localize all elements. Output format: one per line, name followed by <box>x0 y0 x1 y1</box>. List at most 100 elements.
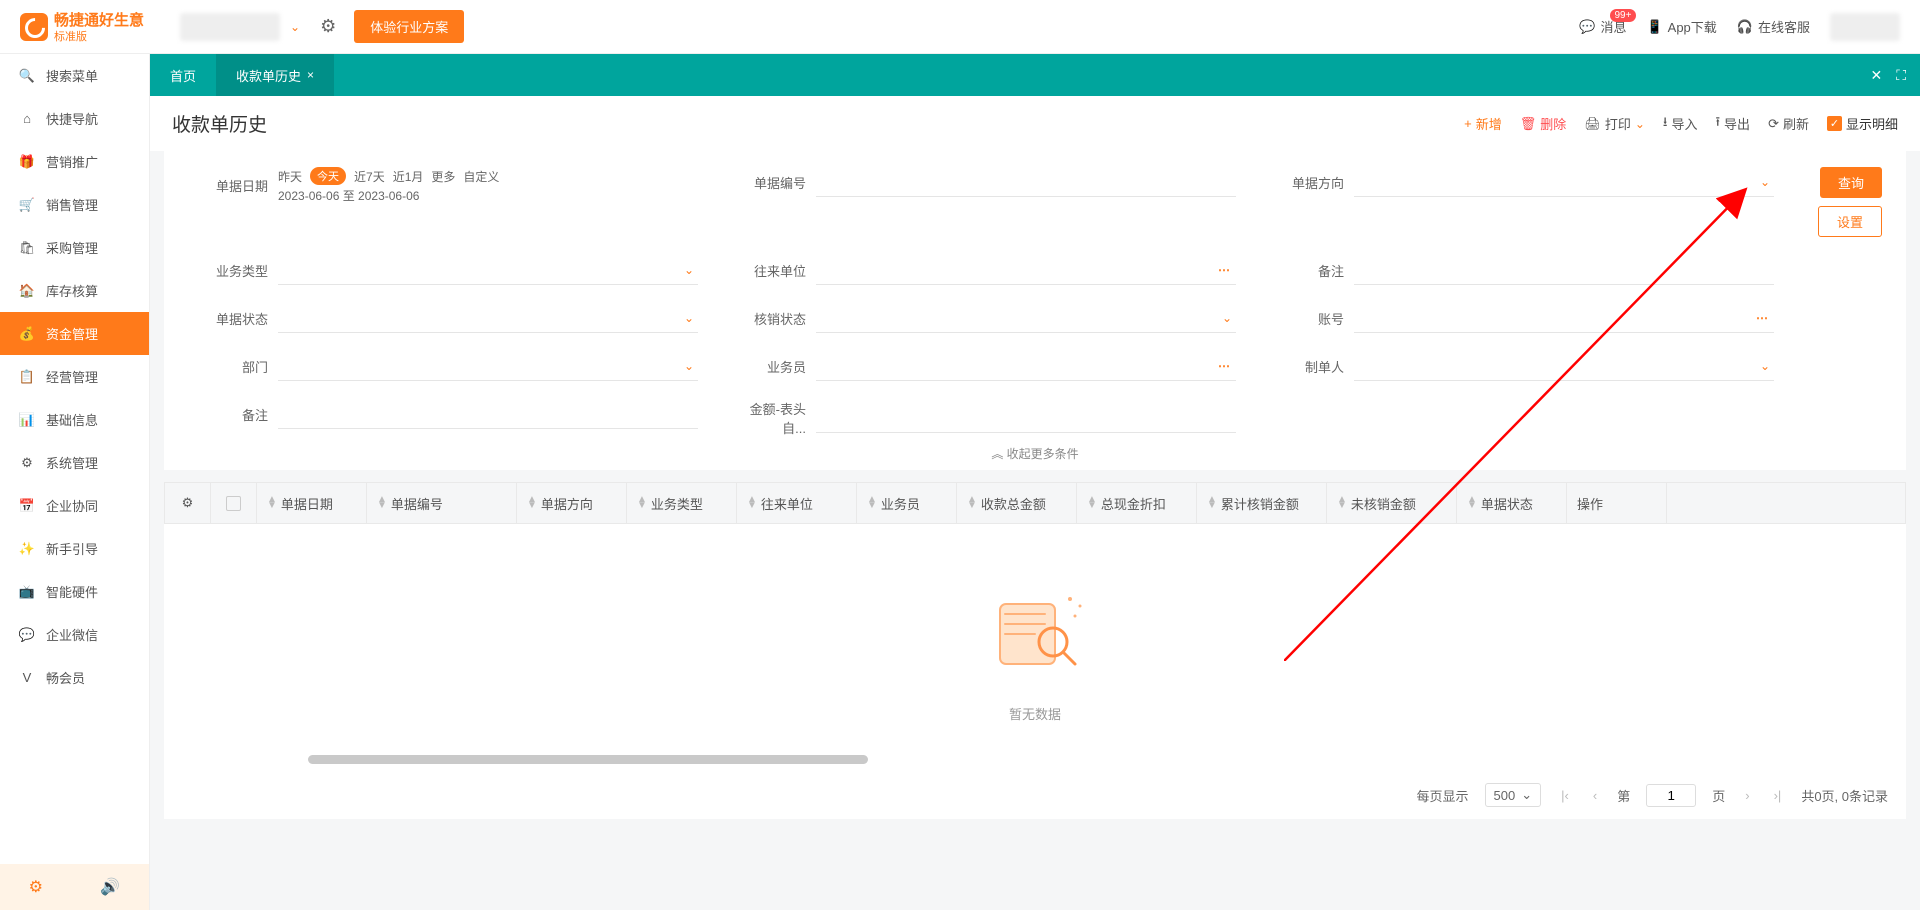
tab-current-label: 收款单历史 <box>236 66 301 85</box>
settings-button[interactable]: 设置 <box>1818 206 1882 237</box>
sidebar-item-10[interactable]: 📅企业协同 <box>0 484 149 527</box>
messages-link[interactable]: 💬 消息 99+ <box>1579 17 1626 36</box>
sidebar-icon: ✨ <box>18 541 36 557</box>
column-header[interactable]: ▲▼收款总金额 <box>957 483 1077 523</box>
sound-icon[interactable]: 🔊 <box>100 877 120 897</box>
column-header[interactable]: ▲▼未核销金额 <box>1327 483 1457 523</box>
sidebar-item-8[interactable]: 📊基础信息 <box>0 398 149 441</box>
dept-select[interactable]: ⌄ <box>278 351 698 381</box>
date-last7[interactable]: 近7天 <box>354 168 385 185</box>
tab-home[interactable]: 首页 <box>150 54 216 96</box>
column-header[interactable]: 操作 <box>1567 483 1667 523</box>
column-header[interactable]: ▲▼单据状态 <box>1457 483 1567 523</box>
bill-status-select[interactable]: ⌄ <box>278 303 698 333</box>
gear-icon: ⚙ <box>182 495 194 511</box>
sidebar-item-0[interactable]: 🔍搜索菜单 <box>0 54 149 97</box>
first-page-button[interactable]: |‹ <box>1557 788 1573 803</box>
brand-edition: 标准版 <box>54 28 144 44</box>
sidebar-item-1[interactable]: ⌂快捷导航 <box>0 97 149 140</box>
select-all-checkbox[interactable] <box>211 483 257 523</box>
more-icon: ⋯ <box>1756 311 1770 325</box>
company-selector[interactable]: ⌄ <box>180 13 300 41</box>
show-detail-toggle[interactable]: ✓ 显示明细 <box>1827 114 1898 133</box>
query-button[interactable]: 查询 <box>1820 167 1882 198</box>
column-header[interactable]: ▲▼总现金折扣 <box>1077 483 1197 523</box>
user-avatar-blurred[interactable] <box>1830 13 1900 41</box>
print-button[interactable]: 🖨打印 ⌄ <box>1584 114 1645 133</box>
biz-type-select[interactable]: ⌄ <box>278 255 698 285</box>
sidebar-item-4[interactable]: 🛍 采购管理 <box>0 226 149 269</box>
sales-select[interactable]: ⋯ <box>816 351 1236 381</box>
sort-icon: ▲▼ <box>1087 497 1097 509</box>
tab-close-all-icon[interactable]: ✕ <box>1870 67 1882 84</box>
empty-text: 暂无数据 <box>164 704 1906 723</box>
sidebar-item-7[interactable]: 📋经营管理 <box>0 355 149 398</box>
chevron-down-icon: ⌄ <box>684 359 694 373</box>
column-header[interactable]: ▲▼业务员 <box>857 483 957 523</box>
fullscreen-icon[interactable]: ⛶ <box>1896 67 1906 84</box>
sidebar-item-label: 企业协同 <box>46 496 98 515</box>
sidebar-item-14[interactable]: V畅会员 <box>0 656 149 699</box>
sidebar-item-6[interactable]: 💰资金管理 <box>0 312 149 355</box>
chevron-down-icon: ⌄ <box>1635 117 1645 131</box>
date-yesterday[interactable]: 昨天 <box>278 168 302 185</box>
date-more[interactable]: 更多 <box>431 168 455 185</box>
date-last1m[interactable]: 近1月 <box>393 168 424 185</box>
trial-plan-button[interactable]: 体验行业方案 <box>354 10 464 43</box>
sidebar-item-5[interactable]: 🏠库存核算 <box>0 269 149 312</box>
column-header[interactable]: ▲▼单据日期 <box>257 483 367 523</box>
online-service-link[interactable]: 🎧 在线客服 <box>1737 17 1810 36</box>
column-header[interactable]: ▲▼单据编号 <box>367 483 517 523</box>
sidebar-item-label: 采购管理 <box>46 238 98 257</box>
refresh-button[interactable]: ⟳刷新 <box>1768 114 1809 133</box>
date-custom[interactable]: 自定义 <box>463 168 499 185</box>
bill-no-input[interactable] <box>816 167 1236 197</box>
page-size-select[interactable]: 500⌄ <box>1485 783 1542 807</box>
horizontal-scrollbar[interactable] <box>168 753 1902 767</box>
sort-icon: ▲▼ <box>967 497 977 509</box>
column-header[interactable]: ▲▼往来单位 <box>737 483 857 523</box>
sidebar-item-2[interactable]: 🎁营销推广 <box>0 140 149 183</box>
chevron-down-icon: ⌄ <box>684 311 694 325</box>
delete-button[interactable]: 🗑删除 <box>1520 114 1567 133</box>
sidebar-item-12[interactable]: 📺智能硬件 <box>0 570 149 613</box>
prev-page-button[interactable]: ‹ <box>1589 788 1601 803</box>
account-select[interactable]: ⋯ <box>1354 303 1774 333</box>
date-today[interactable]: 今天 <box>310 167 346 185</box>
sidebar-item-label: 基础信息 <box>46 410 98 429</box>
sidebar-icon: 🛍 <box>18 240 36 256</box>
writeoff-status-select[interactable]: ⌄ <box>816 303 1236 333</box>
app-download-link[interactable]: 📱 App下载 <box>1646 17 1716 36</box>
creator-select[interactable]: ⌄ <box>1354 351 1774 381</box>
tab-current[interactable]: 收款单历史 × <box>216 54 334 96</box>
page-input[interactable] <box>1646 784 1696 807</box>
collapse-filters-button[interactable]: ︽ 收起更多条件 <box>188 437 1882 470</box>
sidebar-item-3[interactable]: 🛒销售管理 <box>0 183 149 226</box>
column-header[interactable]: ▲▼业务类型 <box>627 483 737 523</box>
scrollbar-thumb[interactable] <box>308 755 868 764</box>
table-settings-button[interactable]: ⚙ <box>165 483 211 523</box>
amount-head-input[interactable] <box>816 403 1236 433</box>
last-page-button[interactable]: ›| <box>1770 788 1786 803</box>
add-button[interactable]: +新增 <box>1464 114 1502 133</box>
column-header[interactable]: ▲▼单据方向 <box>517 483 627 523</box>
sidebar-item-9[interactable]: ⚙系统管理 <box>0 441 149 484</box>
column-header[interactable]: ▲▼累计核销金额 <box>1197 483 1327 523</box>
export-button[interactable]: ⭱导出 <box>1715 113 1750 135</box>
partner-select[interactable]: ⋯ <box>816 255 1236 285</box>
note-input[interactable] <box>1354 255 1774 285</box>
sidebar-icon: 💬 <box>18 627 36 643</box>
more-icon: ⋯ <box>1218 263 1232 277</box>
sidebar-item-11[interactable]: ✨新手引导 <box>0 527 149 570</box>
import-button[interactable]: ⭳导入 <box>1663 113 1698 135</box>
sidebar-item-13[interactable]: 💬企业微信 <box>0 613 149 656</box>
next-page-button[interactable]: › <box>1741 788 1753 803</box>
bill-direction-select[interactable]: ⌄ <box>1354 167 1774 197</box>
remark-input[interactable] <box>278 399 698 429</box>
settings-icon[interactable]: ⚙ <box>29 877 43 897</box>
headset-icon: 🎧 <box>1737 19 1753 35</box>
sort-icon: ▲▼ <box>527 497 537 509</box>
filter-panel: 单据日期 昨天 今天 近7天 近1月 更多 自定义 2 <box>164 151 1906 470</box>
close-icon[interactable]: × <box>307 68 314 82</box>
gear-icon[interactable]: ⚙ <box>320 16 336 37</box>
